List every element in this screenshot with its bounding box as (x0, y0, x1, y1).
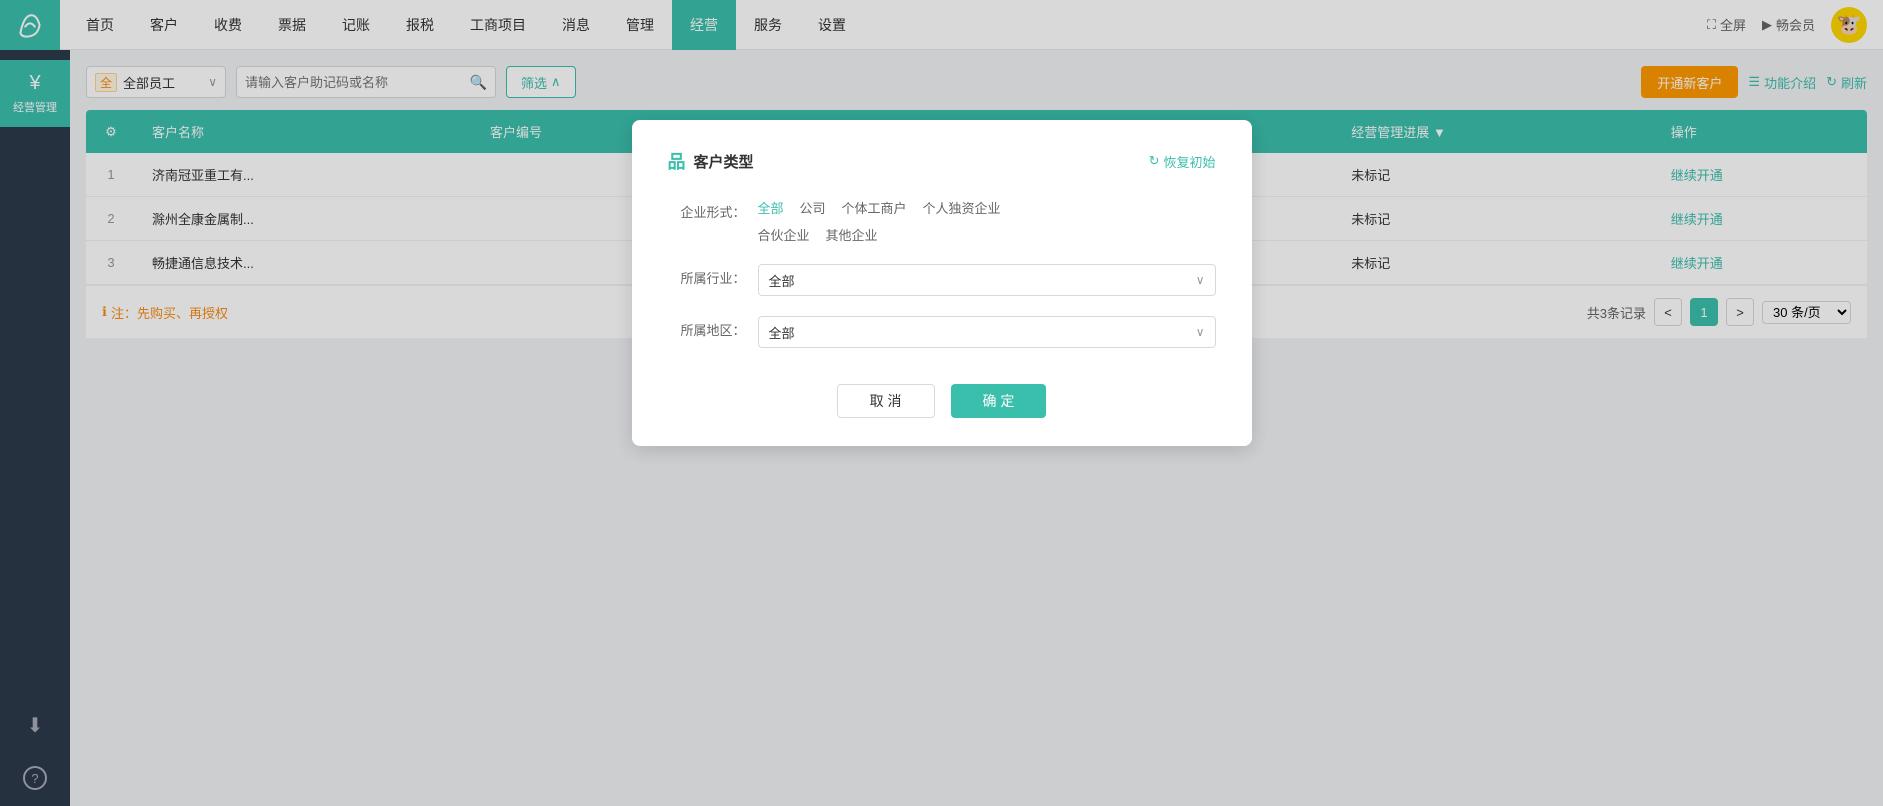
restore-default-btn[interactable]: ↻ 恢复初始 (1149, 152, 1216, 171)
modal-footer: 取 消 确 定 (668, 368, 1216, 418)
enterprise-form-content: 全部 公司 个体工商户 个人独资企业 合伙企业 其他企业 (758, 198, 1216, 244)
customer-type-modal: 品 客户类型 ↻ 恢复初始 企业形式： 全部 公司 个体工商户 个人独资企业 合… (632, 120, 1252, 446)
enterprise-type-options-2: 合伙企业 其他企业 (758, 225, 1216, 244)
type-opt-partnership[interactable]: 合伙企业 (758, 225, 810, 244)
modal-header: 品 客户类型 ↻ 恢复初始 (668, 148, 1216, 174)
region-form-content: 全部 ∨ (758, 316, 1216, 348)
type-opt-individual[interactable]: 个体工商户 (842, 198, 907, 217)
region-form-label: 所属地区： (668, 316, 758, 339)
enterprise-form-label: 企业形式： (668, 198, 758, 221)
region-select[interactable]: 全部 ∨ (758, 316, 1216, 348)
region-arrow-icon: ∨ (1196, 325, 1205, 339)
industry-form-row: 所属行业： 全部 ∨ (668, 264, 1216, 296)
industry-arrow-icon: ∨ (1196, 273, 1205, 287)
restore-icon: ↻ (1149, 153, 1160, 169)
cancel-button[interactable]: 取 消 (837, 384, 935, 418)
industry-form-label: 所属行业： (668, 264, 758, 287)
confirm-button[interactable]: 确 定 (951, 384, 1047, 418)
modal-overlay: 品 客户类型 ↻ 恢复初始 企业形式： 全部 公司 个体工商户 个人独资企业 合… (0, 0, 1883, 806)
enterprise-type-options: 全部 公司 个体工商户 个人独资企业 (758, 198, 1216, 217)
type-opt-company[interactable]: 公司 (800, 198, 826, 217)
region-form-row: 所属地区： 全部 ∨ (668, 316, 1216, 348)
modal-title: 品 客户类型 (668, 148, 754, 174)
type-opt-all[interactable]: 全部 (758, 198, 784, 217)
type-opt-other[interactable]: 其他企业 (826, 225, 878, 244)
enterprise-form-row: 企业形式： 全部 公司 个体工商户 个人独资企业 合伙企业 其他企业 (668, 198, 1216, 244)
modal-title-icon: 品 (668, 148, 686, 174)
industry-select[interactable]: 全部 ∨ (758, 264, 1216, 296)
type-opt-sole[interactable]: 个人独资企业 (923, 198, 1001, 217)
industry-form-content: 全部 ∨ (758, 264, 1216, 296)
